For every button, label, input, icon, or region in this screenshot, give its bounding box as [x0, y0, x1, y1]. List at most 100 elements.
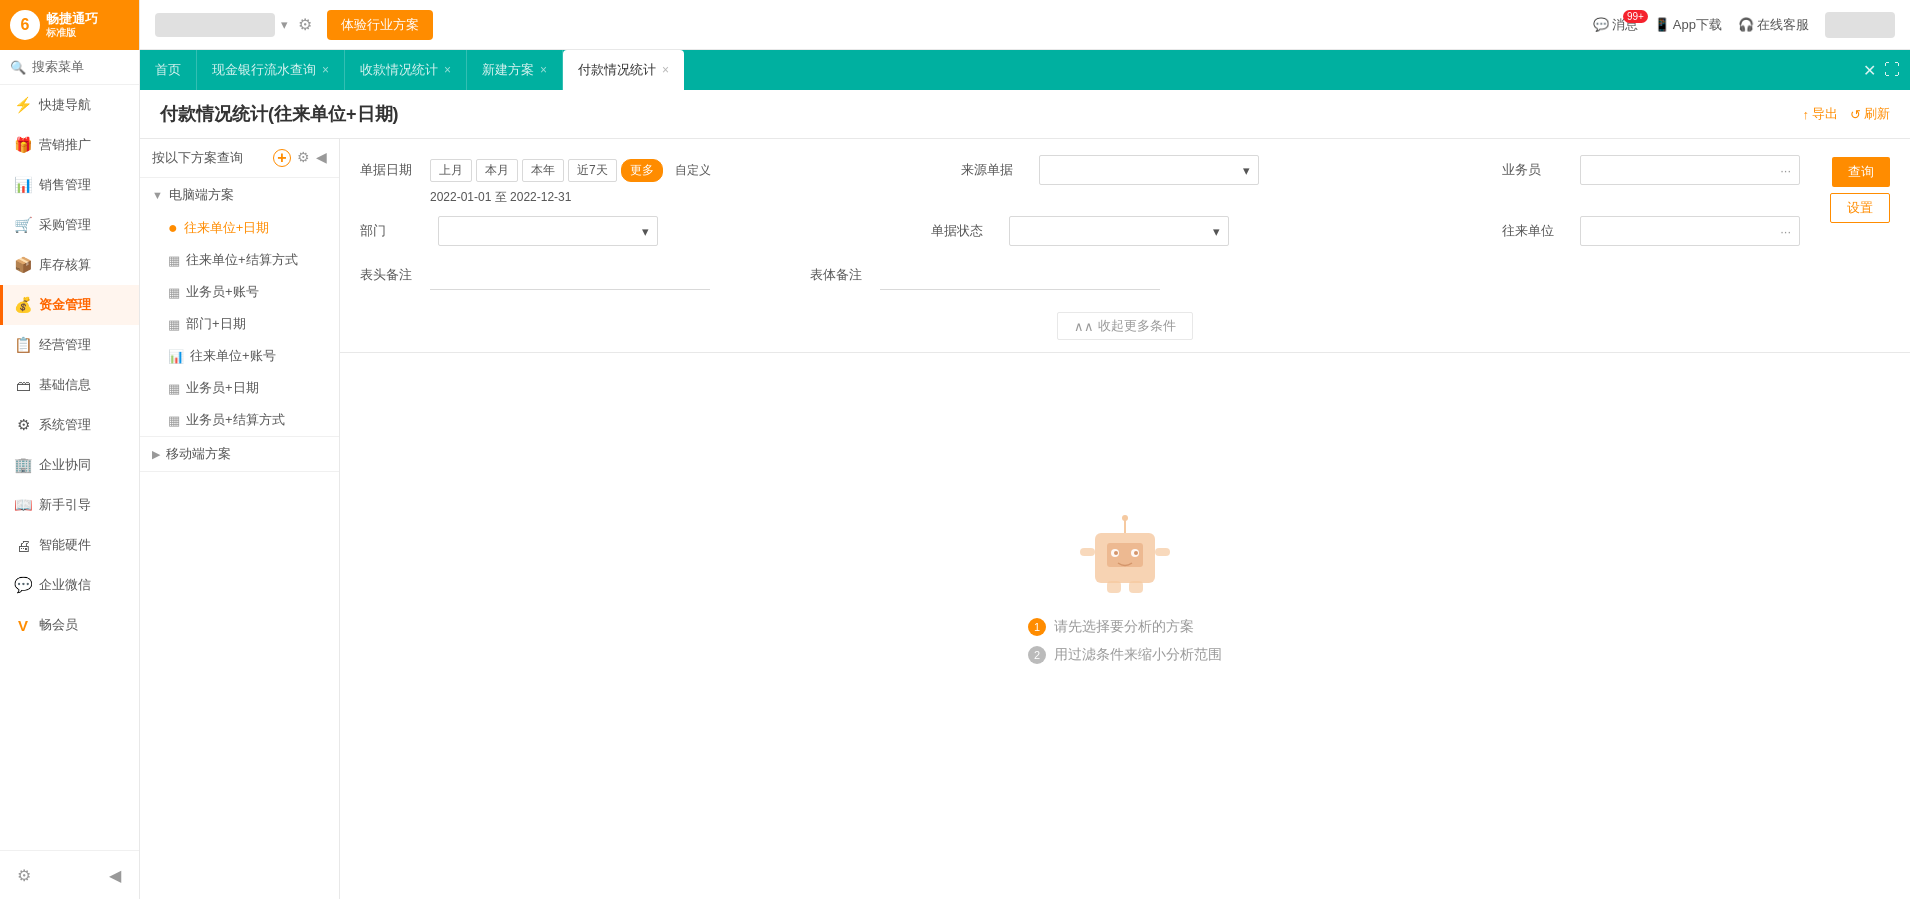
date-btn-custom[interactable]: 自定义: [667, 160, 719, 181]
schema-item-dept-date[interactable]: ▦ 部门+日期: [140, 308, 339, 340]
empty-tip-1: 1 请先选择要分析的方案: [1028, 618, 1222, 636]
tab-pay-stat[interactable]: 付款情况统计 ×: [563, 50, 684, 90]
date-btn-7days[interactable]: 近7天: [568, 159, 617, 182]
expand-icon[interactable]: ⛶: [1884, 61, 1900, 79]
pc-section-header[interactable]: ▼ 电脑端方案: [140, 178, 339, 212]
messages-btn[interactable]: 💬 消息 99+: [1593, 16, 1638, 34]
svg-rect-11: [1129, 581, 1143, 593]
close-all-tabs-icon[interactable]: ✕: [1863, 61, 1876, 80]
staff-date-icon: ▦: [168, 381, 180, 396]
content-area: 付款情况统计(往来单位+日期) ↑ 导出 ↺ 刷新 按以下方案查询 +: [140, 90, 1910, 899]
topbar-settings-icon[interactable]: ⚙: [298, 15, 312, 34]
sidebar-logo: 6 畅捷通巧 标准版: [0, 0, 139, 50]
schema-item-staff-settle[interactable]: ▦ 业务员+结算方式: [140, 404, 339, 436]
schema-collapse-icon[interactable]: ◀: [316, 149, 327, 167]
sidebar-item-member[interactable]: V 畅会员: [0, 605, 139, 645]
message-icon: 💬: [1593, 17, 1609, 32]
pc-schema-section: ▼ 电脑端方案 ● 往来单位+日期 ▦ 往来单位+结算方式 ▦ 业务员+账号: [140, 178, 339, 437]
pc-section-arrow: ▼: [152, 189, 163, 201]
settings-btn[interactable]: 设置: [1830, 193, 1890, 223]
sidebar-item-hardware[interactable]: 🖨 智能硬件: [0, 525, 139, 565]
main-content: ▾ ⚙ 体验行业方案 💬 消息 99+ 📱 App下载 🎧 在线客服 首页: [140, 0, 1910, 899]
purchase-icon: 🛒: [13, 215, 33, 235]
sidebar-item-operation[interactable]: 📋 经营管理: [0, 325, 139, 365]
collapse-sidebar-icon[interactable]: ◀: [101, 861, 129, 889]
date-btn-this-year[interactable]: 本年: [522, 159, 564, 182]
system-icon: ⚙: [13, 415, 33, 435]
try-industry-btn[interactable]: 体验行业方案: [327, 10, 433, 40]
date-btn-last-month[interactable]: 上月: [430, 159, 472, 182]
mobile-section-arrow: ▶: [152, 448, 160, 461]
source-select[interactable]: ▾: [1039, 155, 1259, 185]
user-profile-area: ▾: [155, 13, 288, 37]
query-btn[interactable]: 查询: [1832, 157, 1890, 187]
sidebar-bottom: ⚙ ◀: [0, 850, 139, 899]
unit-settle-icon: ▦: [168, 253, 180, 268]
schema-item-staff-account[interactable]: ▦ 业务员+账号: [140, 276, 339, 308]
finance-icon: 💰: [13, 295, 33, 315]
empty-tip-2: 2 用过滤条件来缩小分析范围: [1028, 646, 1222, 664]
body-note-input[interactable]: [880, 260, 1160, 290]
basic-icon: 🗃: [13, 375, 33, 395]
headset-icon: 🎧: [1738, 17, 1754, 32]
date-btn-more[interactable]: 更多: [621, 159, 663, 182]
right-panel: 单据日期 上月 本月 本年 近7天 更多 自定义: [340, 139, 1910, 899]
partner-select[interactable]: ···: [1580, 216, 1800, 246]
tab-bank-flow-close[interactable]: ×: [322, 63, 329, 77]
profile-dropdown-arrow[interactable]: ▾: [281, 17, 288, 32]
staff-settle-icon: ▦: [168, 413, 180, 428]
user-company-name: [155, 13, 275, 37]
tab-payment-stat-close[interactable]: ×: [444, 63, 451, 77]
tab-new-plan-close[interactable]: ×: [540, 63, 547, 77]
page-header: 付款情况统计(往来单位+日期) ↑ 导出 ↺ 刷新: [140, 90, 1910, 139]
search-menu[interactable]: 🔍 搜索菜单: [0, 50, 139, 85]
date-btn-this-month[interactable]: 本月: [476, 159, 518, 182]
schema-settings-icon[interactable]: ⚙: [297, 149, 310, 167]
header-note-input[interactable]: [430, 260, 710, 290]
schema-item-unit-settle[interactable]: ▦ 往来单位+结算方式: [140, 244, 339, 276]
staff-select[interactable]: ···: [1580, 155, 1800, 185]
tab-payment-stat[interactable]: 收款情况统计 ×: [345, 50, 467, 90]
sidebar-item-marketing[interactable]: 🎁 营销推广: [0, 125, 139, 165]
filter-area: 单据日期 上月 本月 本年 近7天 更多 自定义: [340, 139, 1910, 353]
tab-home[interactable]: 首页: [140, 50, 197, 90]
tab-new-plan[interactable]: 新建方案 ×: [467, 50, 563, 90]
refresh-icon: ↺: [1850, 107, 1861, 122]
staff-account-icon: ▦: [168, 285, 180, 300]
dept-select[interactable]: ▾: [438, 216, 658, 246]
sidebar-item-quick-nav[interactable]: ⚡ 快捷导航: [0, 85, 139, 125]
svg-rect-9: [1155, 548, 1170, 556]
add-schema-icon[interactable]: +: [273, 149, 291, 167]
collapse-btn[interactable]: ∧∧ 收起更多条件: [1057, 312, 1193, 340]
sidebar-item-system[interactable]: ⚙ 系统管理: [0, 405, 139, 445]
sidebar-item-basic[interactable]: 🗃 基础信息: [0, 365, 139, 405]
schema-item-unit-date[interactable]: ● 往来单位+日期: [140, 212, 339, 244]
sidebar-item-enterprise[interactable]: 🏢 企业协同: [0, 445, 139, 485]
member-icon: V: [13, 615, 33, 635]
body-note-label: 表体备注: [810, 266, 880, 284]
staff-dots[interactable]: ···: [1780, 163, 1791, 178]
tab-bank-flow[interactable]: 现金银行流水查询 ×: [197, 50, 345, 90]
voucher-status-label: 单据状态: [931, 222, 1001, 240]
refresh-btn[interactable]: ↺ 刷新: [1850, 105, 1890, 123]
svg-point-4: [1114, 551, 1118, 555]
voucher-status-select[interactable]: ▾: [1009, 216, 1229, 246]
sidebar-item-guide[interactable]: 📖 新手引导: [0, 485, 139, 525]
schema-item-unit-account[interactable]: 📊 往来单位+账号: [140, 340, 339, 372]
online-service-btn[interactable]: 🎧 在线客服: [1738, 16, 1809, 34]
user-avatar[interactable]: [1825, 12, 1895, 38]
date-buttons: 上月 本月 本年 近7天 更多 自定义: [430, 159, 719, 182]
sidebar-item-wechat[interactable]: 💬 企业微信: [0, 565, 139, 605]
app-download-btn[interactable]: 📱 App下载: [1654, 16, 1722, 34]
sidebar-item-inventory[interactable]: 📦 库存核算: [0, 245, 139, 285]
sidebar-item-purchase[interactable]: 🛒 采购管理: [0, 205, 139, 245]
export-btn[interactable]: ↑ 导出: [1803, 105, 1839, 123]
sidebar-item-sales[interactable]: 📊 销售管理: [0, 165, 139, 205]
header-note-label: 表头备注: [360, 266, 430, 284]
partner-dots[interactable]: ···: [1780, 224, 1791, 239]
sidebar-item-finance[interactable]: 💰 资金管理: [0, 285, 139, 325]
tab-pay-stat-close[interactable]: ×: [662, 63, 669, 77]
mobile-section-header[interactable]: ▶ 移动端方案: [140, 437, 339, 471]
schema-item-staff-date[interactable]: ▦ 业务员+日期: [140, 372, 339, 404]
settings-bottom-icon[interactable]: ⚙: [10, 861, 38, 889]
